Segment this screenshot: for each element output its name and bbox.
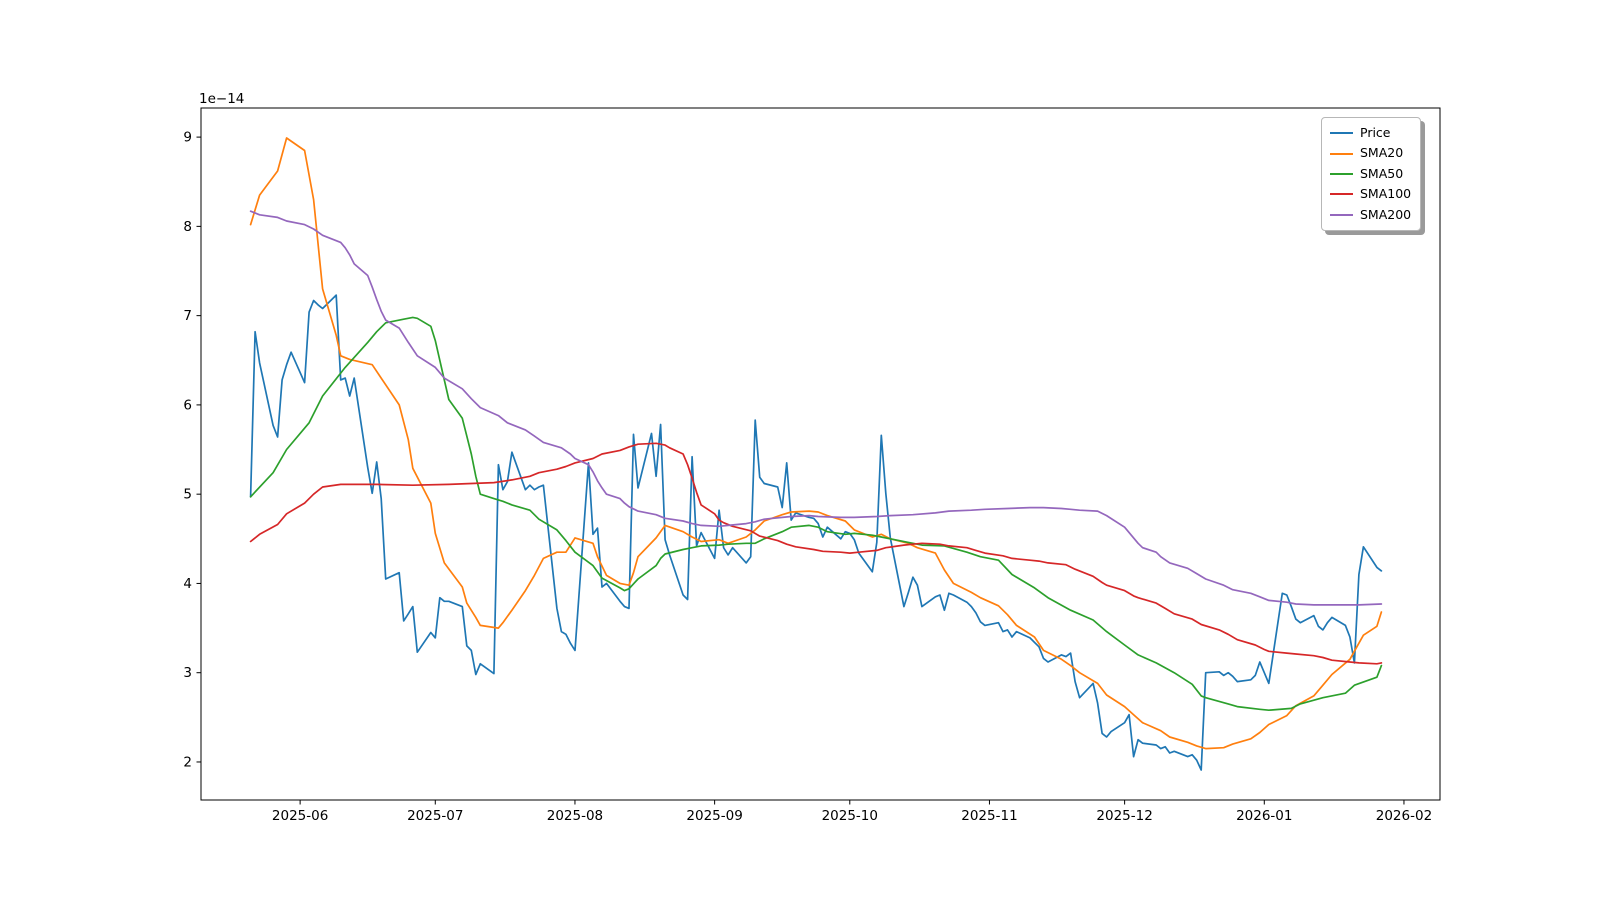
legend-label: SMA20 — [1360, 145, 1404, 161]
legend-item-price: Price — [1330, 123, 1411, 143]
legend-item-sma20: SMA20 — [1330, 143, 1411, 163]
y-tick-label: 5 — [183, 487, 192, 503]
legend-label: SMA100 — [1360, 186, 1412, 202]
sma50-series-line — [249, 316, 1383, 712]
x-tick-label: 2025-08 — [547, 808, 603, 824]
sma200-line-swatch-icon — [1330, 213, 1353, 216]
x-tick-label: 2025-10 — [822, 808, 878, 824]
y-tick-label: 8 — [183, 219, 192, 235]
plot-area-border — [200, 107, 1441, 801]
legend-label: Price — [1360, 124, 1391, 140]
legend-label: SMA200 — [1360, 206, 1412, 222]
price-line-swatch-icon — [1330, 132, 1353, 135]
x-tick-label: 2026-01 — [1236, 808, 1292, 824]
legend-item-sma100: SMA100 — [1330, 184, 1411, 204]
sma100-line-swatch-icon — [1330, 193, 1353, 196]
sma20-series-line — [249, 137, 1383, 750]
legend-item-sma200: SMA200 — [1330, 205, 1411, 225]
x-tick-label: 2025-06 — [272, 808, 328, 824]
y-tick-label: 4 — [183, 576, 192, 592]
y-tick-label: 9 — [183, 130, 192, 146]
legend-item-sma50: SMA50 — [1330, 164, 1411, 184]
y-tick-label: 7 — [183, 308, 192, 324]
sma20-line-swatch-icon — [1330, 152, 1353, 155]
sma100-series-line — [249, 442, 1383, 665]
legend-label: SMA50 — [1360, 165, 1404, 181]
x-tick-label: 2025-11 — [961, 808, 1017, 824]
y-tick-label: 2 — [183, 754, 192, 770]
x-tick-label: 2025-07 — [407, 808, 463, 824]
legend: Price SMA20 SMA50 SMA100 SMA200 — [1321, 117, 1422, 231]
y-tick-label: 3 — [183, 665, 192, 681]
x-tick-label: 2025-09 — [686, 808, 742, 824]
sma200-series-line — [249, 210, 1383, 606]
x-tick-label: 2025-12 — [1096, 808, 1152, 824]
x-tick-label: 2026-02 — [1376, 808, 1432, 824]
y-axis-offset-label: 1e−14 — [199, 91, 245, 107]
y-tick-label: 6 — [183, 397, 192, 413]
matplotlib-figure: 2025-06 2025-07 2025-08 2025-09 2025-10 2025-… — [0, 0, 1600, 900]
sma50-line-swatch-icon — [1330, 172, 1353, 175]
